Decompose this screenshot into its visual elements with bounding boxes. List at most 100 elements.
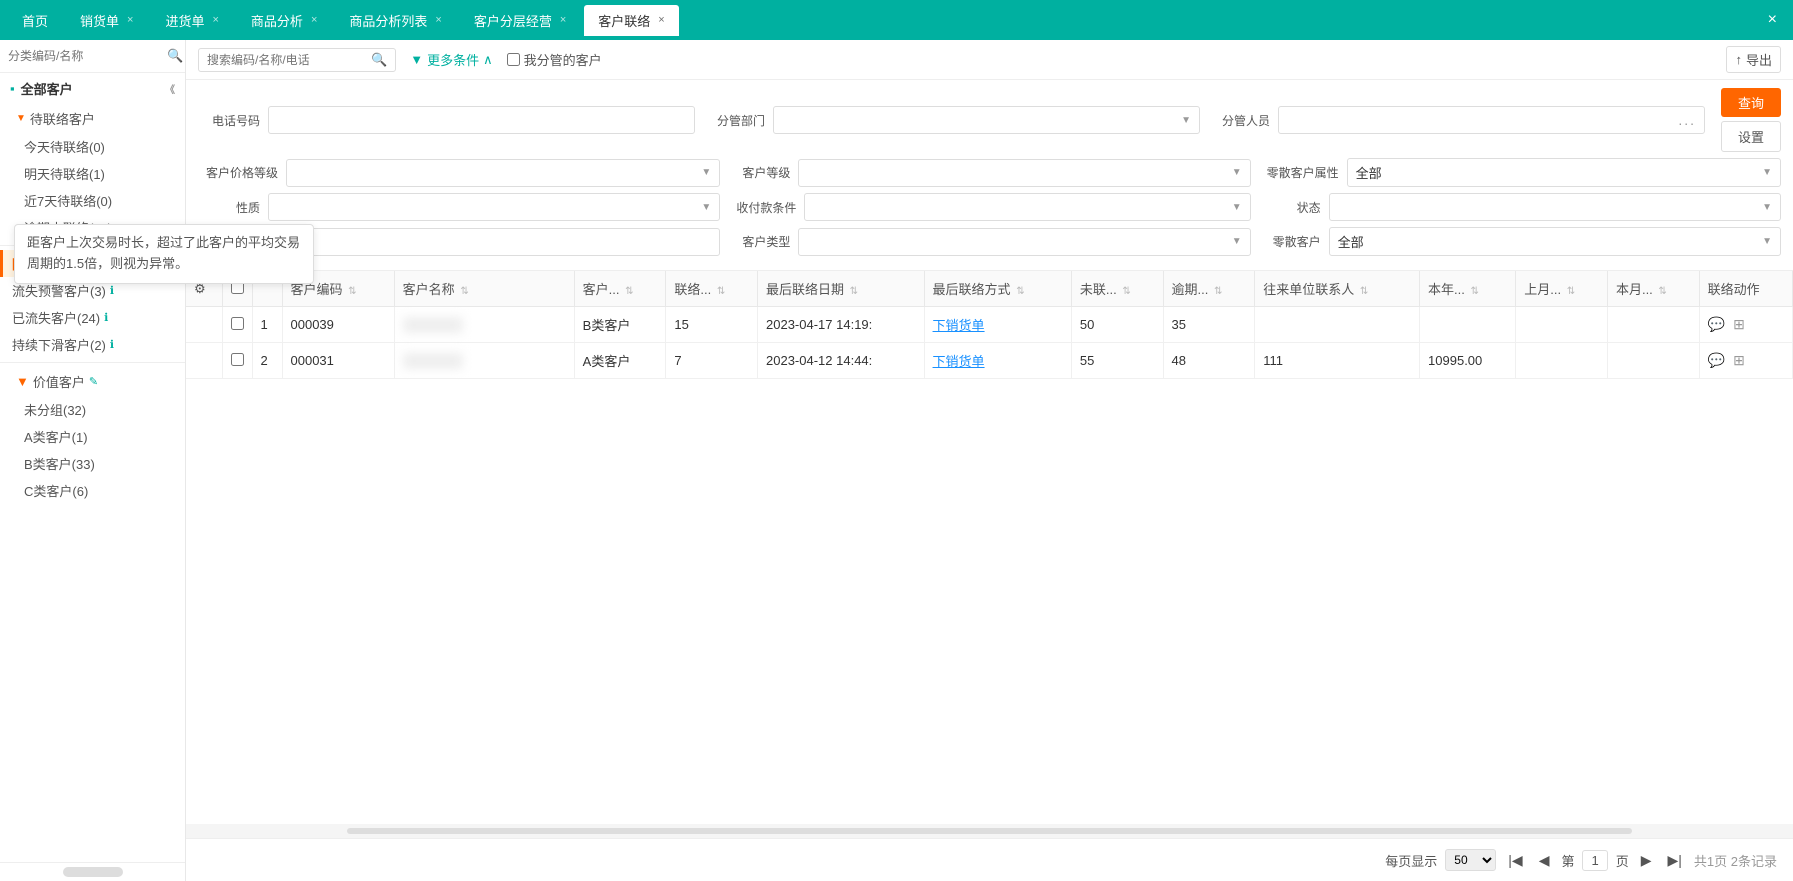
sidebar: 🔍 ▪ 全部客户 《 ▼ 待联络客户 今天待联络(0) 明天待联络(1) 近7天… [0, 40, 186, 881]
next-page-button[interactable]: ▶ [1637, 850, 1656, 871]
th-current-month[interactable]: 本月... ⇅ [1607, 271, 1699, 307]
branch-person-input[interactable]: ... [1278, 106, 1705, 134]
close-purchase-order-icon[interactable]: × [212, 14, 218, 26]
tab-purchase-order[interactable]: 进货单 × [151, 5, 232, 36]
branch-dept-select[interactable]: ▼ [773, 106, 1200, 134]
tab-home[interactable]: 首页 [8, 5, 62, 36]
last-page-button[interactable]: ▶| [1664, 850, 1686, 871]
tab-customer-contact[interactable]: 客户联络 × [584, 5, 678, 36]
current-month-sort-icon: ⇅ [1658, 286, 1666, 297]
row2-contact-count: 7 [666, 343, 758, 379]
row2-qr-icon[interactable]: ⊞ [1733, 352, 1745, 369]
sidebar-item-continuous-decline[interactable]: 持续下滑客户(2) ℹ [0, 331, 185, 358]
search-input[interactable] [207, 53, 367, 67]
row1-last-contact-method[interactable]: 下销货单 [924, 307, 1071, 343]
sidebar-item-class-a[interactable]: A类客户(1) [0, 423, 185, 450]
toolbar: 🔍 ▼ 更多条件 ∧ 我分管的客户 ↑ 导出 [186, 40, 1793, 80]
per-page-label: 每页显示 [1385, 851, 1437, 870]
row2-contact-method-link[interactable]: 下销货单 [933, 354, 985, 369]
sidebar-search-icon: 🔍 [167, 48, 183, 64]
gender-select[interactable]: ▼ [268, 193, 720, 221]
row1-last-month [1516, 307, 1608, 343]
tab-product-analysis[interactable]: 商品分析 × [237, 5, 331, 36]
current-page-input[interactable]: 1 [1582, 850, 1607, 871]
sidebar-collapse-icon[interactable]: 《 [165, 81, 175, 96]
sidebar-item-tomorrow-pending[interactable]: 明天待联络(1) [0, 160, 185, 187]
first-page-button[interactable]: |◀ [1504, 850, 1526, 871]
th-customer-class[interactable]: 客户... ⇅ [574, 271, 666, 307]
retail-attr-select[interactable]: 全部 ▼ [1347, 158, 1781, 187]
close-product-analysis-icon[interactable]: × [311, 14, 317, 26]
th-contact-person[interactable]: 往来单位联系人 ⇅ [1255, 271, 1420, 307]
customer-class-sort-icon: ⇅ [625, 286, 633, 297]
tab-customer-segmentation[interactable]: 客户分层经营 × [460, 5, 580, 36]
sidebar-item-today-pending[interactable]: 今天待联络(0) [0, 133, 185, 160]
row1-chat-icon[interactable]: 💬 [1708, 316, 1725, 333]
row2-actions: 💬 ⊞ [1699, 343, 1792, 379]
close-customer-contact-icon[interactable]: × [658, 14, 664, 26]
customer-type-select[interactable]: ▼ [798, 228, 1250, 256]
row1-current-month [1607, 307, 1699, 343]
tab-product-analysis-list[interactable]: 商品分析列表 × [335, 5, 455, 36]
my-customers-checkbox[interactable] [507, 53, 520, 66]
sidebar-item-already-lost[interactable]: 已流失客户(24) ℹ [0, 304, 185, 331]
query-button[interactable]: 查询 [1721, 88, 1781, 117]
sidebar-item-class-c[interactable]: C类客户(6) [0, 477, 185, 504]
contact-count-sort-icon: ⇅ [717, 286, 725, 297]
th-last-month[interactable]: 上月... ⇅ [1516, 271, 1608, 307]
branch-person-dots-icon[interactable]: ... [1678, 112, 1696, 128]
row2-name [394, 343, 574, 379]
row2-num: 2 [252, 343, 282, 379]
th-last-contact-method[interactable]: 最后联络方式 ⇅ [924, 271, 1071, 307]
th-last-contact-date[interactable]: 最后联络日期 ⇅ [758, 271, 925, 307]
status-filter: 状态 ▼ [1259, 193, 1781, 221]
th-overdue[interactable]: 逾期... ⇅ [1163, 271, 1255, 307]
row2-select-checkbox[interactable] [231, 353, 244, 366]
close-product-analysis-list-icon[interactable]: × [435, 14, 441, 26]
more-filters-button[interactable]: ▼ 更多条件 ∧ [404, 47, 498, 72]
row1-last-contact-date: 2023-04-17 14:19: [758, 307, 925, 343]
export-button[interactable]: ↑ 导出 [1726, 46, 1781, 73]
retail-customer-select[interactable]: 全部 ▼ [1329, 227, 1781, 256]
payment-filter: 收付款条件 ▼ [728, 193, 1250, 221]
th-current-year[interactable]: 本年... ⇅ [1420, 271, 1516, 307]
row1-select-checkbox[interactable] [231, 317, 244, 330]
th-uncontacted[interactable]: 未联... ⇅ [1071, 271, 1163, 307]
customer-level-select[interactable]: ▼ [798, 159, 1250, 187]
row1-contact-person [1255, 307, 1420, 343]
table-row: 2 000031 A类客户 7 2023-04-12 14:44: 下销货单 5… [186, 343, 1793, 379]
status-select[interactable]: ▼ [1329, 193, 1781, 221]
sidebar-item-7days-pending[interactable]: 近7天待联络(0) [0, 187, 185, 214]
horizontal-scrollbar[interactable] [347, 828, 1633, 834]
sidebar-scrollbar[interactable] [63, 867, 123, 877]
filter-actions: 查询 设置 [1721, 88, 1781, 152]
window-close-button[interactable]: × [1760, 7, 1785, 33]
th-contact-count[interactable]: 联络... ⇅ [666, 271, 758, 307]
row1-overdue: 35 [1163, 307, 1255, 343]
sidebar-search-input[interactable] [8, 49, 163, 63]
row2-current-year: 10995.00 [1420, 343, 1516, 379]
price-level-select[interactable]: ▼ [286, 159, 720, 187]
row2-chat-icon[interactable]: 💬 [1708, 352, 1725, 369]
row2-last-contact-method[interactable]: 下销货单 [924, 343, 1071, 379]
pending-contact-group[interactable]: ▼ 待联络客户 [0, 104, 185, 133]
set-button[interactable]: 设置 [1721, 121, 1781, 152]
close-sales-order-icon[interactable]: × [127, 14, 133, 26]
payment-select[interactable]: ▼ [804, 193, 1250, 221]
sidebar-item-unclassified[interactable]: 未分组(32) [0, 396, 185, 423]
value-group-edit-icon[interactable]: ✎ [89, 375, 98, 388]
sidebar-item-class-b[interactable]: B类客户(33) [0, 450, 185, 477]
th-customer-name[interactable]: 客户名称 ⇅ [394, 271, 574, 307]
row1-qr-icon[interactable]: ⊞ [1733, 316, 1745, 333]
prev-page-button[interactable]: ◀ [1535, 850, 1554, 871]
per-page-select[interactable]: 50 100 200 [1445, 849, 1496, 871]
all-customers-header[interactable]: ▪ 全部客户 《 [0, 73, 185, 104]
uncontacted-sort-icon: ⇅ [1122, 286, 1130, 297]
phone-input[interactable] [268, 106, 695, 134]
last-month-sort-icon: ⇅ [1567, 286, 1575, 297]
more-dots-input[interactable]: ... [268, 228, 720, 256]
tab-sales-order[interactable]: 销货单 × [66, 5, 147, 36]
value-customer-group[interactable]: ▼ 价值客户 ✎ [0, 367, 185, 396]
close-customer-segmentation-icon[interactable]: × [560, 14, 566, 26]
row1-contact-method-link[interactable]: 下销货单 [933, 318, 985, 333]
